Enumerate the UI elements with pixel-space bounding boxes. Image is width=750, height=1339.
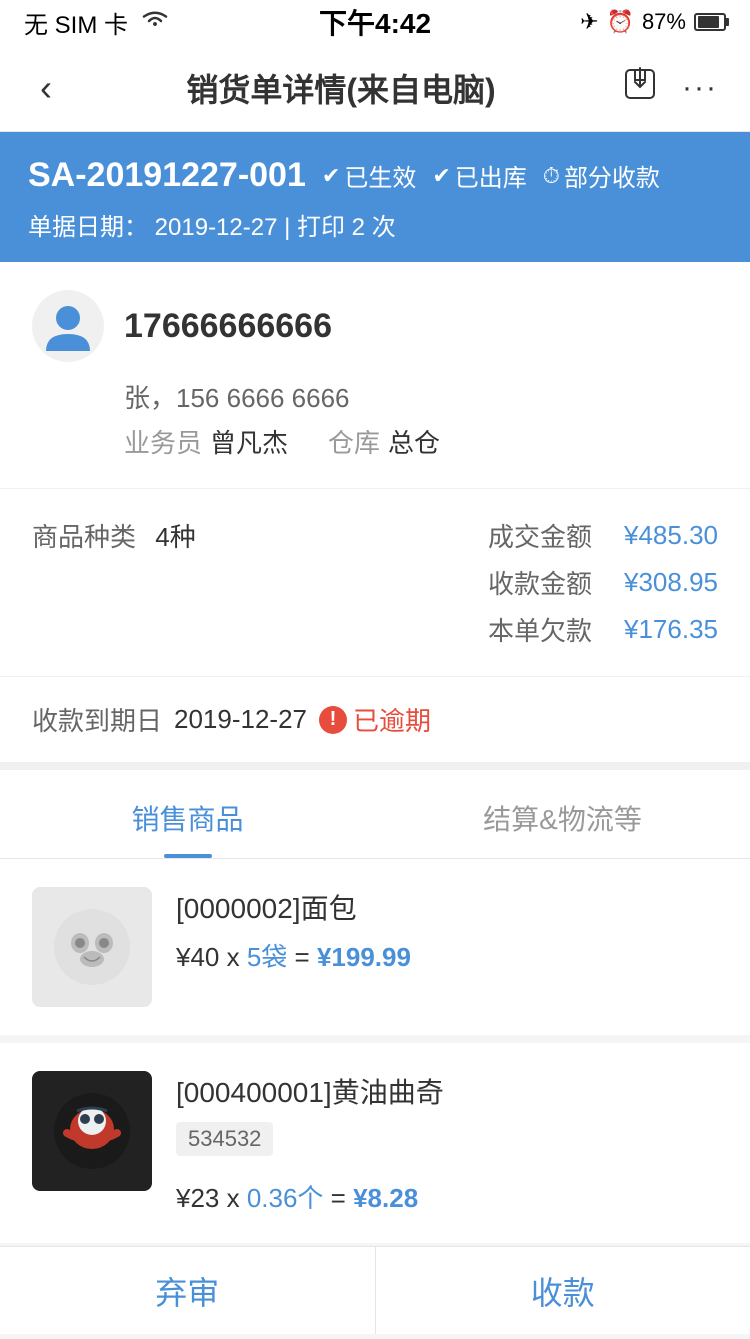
banner-top: SA-20191227-001 ✔ 已生效 ✔ 已出库 ⏱ 部分收款: [28, 156, 722, 195]
amount-value-0: ¥485.30: [624, 520, 718, 551]
status-right: ✈ ⏰ 87%: [580, 9, 726, 35]
summary-left: 商品种类 4种: [32, 517, 196, 554]
product-price-row-0: ¥40 x 5袋 = ¥199.99: [176, 937, 718, 974]
amount-label-2: 本单欠款: [488, 611, 592, 648]
thumb-placeholder-1: [32, 1071, 152, 1191]
customer-section: 17666666666 张，156 6666 6666 业务员 曾凡杰 仓库 总…: [0, 262, 750, 489]
time-text: 下午4:42: [319, 2, 431, 42]
avatar-icon: [38, 296, 98, 356]
battery-icon: [694, 13, 726, 31]
amount-row-2: 本单欠款 ¥176.35: [488, 611, 718, 648]
wifi-icon: [140, 8, 170, 37]
product-thumb-1: [32, 1071, 152, 1191]
product-info-0: [0000002]面包 ¥40 x 5袋 = ¥199.99: [176, 887, 718, 974]
amount-row-1: 收款金额 ¥308.95: [488, 564, 718, 601]
customer-row: 17666666666: [32, 290, 718, 362]
product-qty-0: 5袋: [247, 942, 287, 972]
staff-name: 曾凡杰: [210, 423, 288, 460]
nav-bar: ‹ 销货单详情(来自电脑) ···: [0, 44, 750, 132]
product-list: [0000002]面包 ¥40 x 5袋 = ¥199.99: [0, 859, 750, 1243]
staff-item: 业务员 曾凡杰: [124, 423, 288, 460]
tabs-section: 销售商品 结算&物流等: [0, 770, 750, 859]
tabs-row: 销售商品 结算&物流等: [0, 770, 750, 858]
overdue-badge: ! 已逾期: [319, 701, 431, 738]
amount-label-1: 收款金额: [488, 564, 592, 601]
product-price-0: ¥40 x: [176, 942, 247, 972]
customer-phone: 张，156 6666 6666: [124, 378, 718, 415]
warehouse-label: 仓库: [328, 423, 380, 460]
more-icon[interactable]: ···: [682, 71, 718, 105]
collect-payment-button[interactable]: 收款: [376, 1247, 750, 1334]
header-banner: SA-20191227-001 ✔ 已生效 ✔ 已出库 ⏱ 部分收款 单据日期：…: [0, 132, 750, 262]
order-number: SA-20191227-001: [28, 156, 306, 195]
nav-actions: ···: [622, 66, 718, 110]
product-info-1: [000400001]黄油曲奇 534532 ¥23 x 0.36个 = ¥8.…: [176, 1071, 718, 1215]
product-qty-1: 0.36个: [247, 1183, 324, 1213]
tab-underline: [164, 854, 212, 858]
product-name-0: [0000002]面包: [176, 887, 718, 927]
amount-row-0: 成交金额 ¥485.30: [488, 517, 718, 554]
product-item-1: [000400001]黄油曲奇 534532 ¥23 x 0.36个 = ¥8.…: [0, 1043, 750, 1243]
product-total-0: ¥199.99: [317, 942, 411, 972]
product-thumb-0: [32, 887, 152, 1007]
amount-label-0: 成交金额: [488, 517, 592, 554]
battery-percent: 87%: [642, 9, 686, 35]
product-price-row-1: ¥23 x 0.36个 = ¥8.28: [176, 1178, 718, 1215]
staff-label: 业务员: [124, 423, 202, 460]
status-badge-effective: ✔ 已生效: [322, 158, 416, 193]
product-name-1: [000400001]黄油曲奇: [176, 1071, 718, 1111]
ninja-icon: [52, 1091, 132, 1171]
abandon-review-button[interactable]: 弃审: [0, 1247, 376, 1334]
alarm-icon: ⏰: [607, 9, 634, 35]
status-left: 无 SIM 卡: [24, 5, 170, 40]
status-badge-partial: ⏱ 部分收款: [543, 158, 660, 193]
due-date: 2019-12-27: [174, 704, 307, 735]
status-badge-shipped: ✔ 已出库: [432, 158, 526, 193]
product-equals-0: =: [295, 942, 317, 972]
due-label: 收款到期日: [32, 701, 162, 738]
check-icon-1: ✔: [322, 163, 340, 189]
carrier-text: 无 SIM 卡: [24, 5, 128, 40]
check-icon-2: ✔: [432, 163, 450, 189]
banner-date: 单据日期： 2019-12-27 | 打印 2 次: [28, 207, 722, 242]
product-total-1: ¥8.28: [353, 1183, 418, 1213]
category-value: 4种: [155, 522, 195, 552]
share-icon[interactable]: [622, 66, 658, 110]
avatar: [32, 290, 104, 362]
back-button[interactable]: ‹: [32, 59, 60, 117]
due-section: 收款到期日 2019-12-27 ! 已逾期: [0, 677, 750, 770]
clock-icon: ⏱: [543, 163, 560, 189]
product-item-0: [0000002]面包 ¥40 x 5袋 = ¥199.99: [0, 859, 750, 1035]
warehouse-name: 总仓: [388, 423, 440, 460]
bottom-bar: 弃审 收款: [0, 1246, 750, 1334]
thumb-placeholder-0: [32, 887, 152, 1007]
summary-section: 商品种类 4种 成交金额 ¥485.30 收款金额 ¥308.95 本单欠款 ¥…: [0, 489, 750, 677]
amount-value-1: ¥308.95: [624, 567, 718, 598]
product-batch-1: 534532: [176, 1122, 273, 1156]
owl-icon: [52, 907, 132, 987]
overdue-icon: !: [319, 706, 347, 734]
tab-settlement[interactable]: 结算&物流等: [375, 770, 750, 858]
product-price-1: ¥23 x: [176, 1183, 247, 1213]
category-label: 商品种类: [32, 522, 136, 552]
page-title: 销货单详情(来自电脑): [186, 65, 495, 111]
summary-right: 成交金额 ¥485.30 收款金额 ¥308.95 本单欠款 ¥176.35: [488, 517, 718, 648]
customer-id: 17666666666: [124, 307, 332, 346]
location-icon: ✈: [580, 9, 598, 35]
customer-staff-row: 业务员 曾凡杰 仓库 总仓: [124, 423, 718, 460]
amount-value-2: ¥176.35: [624, 614, 718, 645]
tab-sales-products[interactable]: 销售商品: [0, 770, 375, 858]
status-bar: 无 SIM 卡 下午4:42 ✈ ⏰ 87%: [0, 0, 750, 44]
status-badges: ✔ 已生效 ✔ 已出库 ⏱ 部分收款: [322, 158, 660, 193]
overdue-text: 已逾期: [353, 701, 431, 738]
warehouse-item: 仓库 总仓: [328, 423, 440, 460]
product-equals-1: =: [331, 1183, 353, 1213]
